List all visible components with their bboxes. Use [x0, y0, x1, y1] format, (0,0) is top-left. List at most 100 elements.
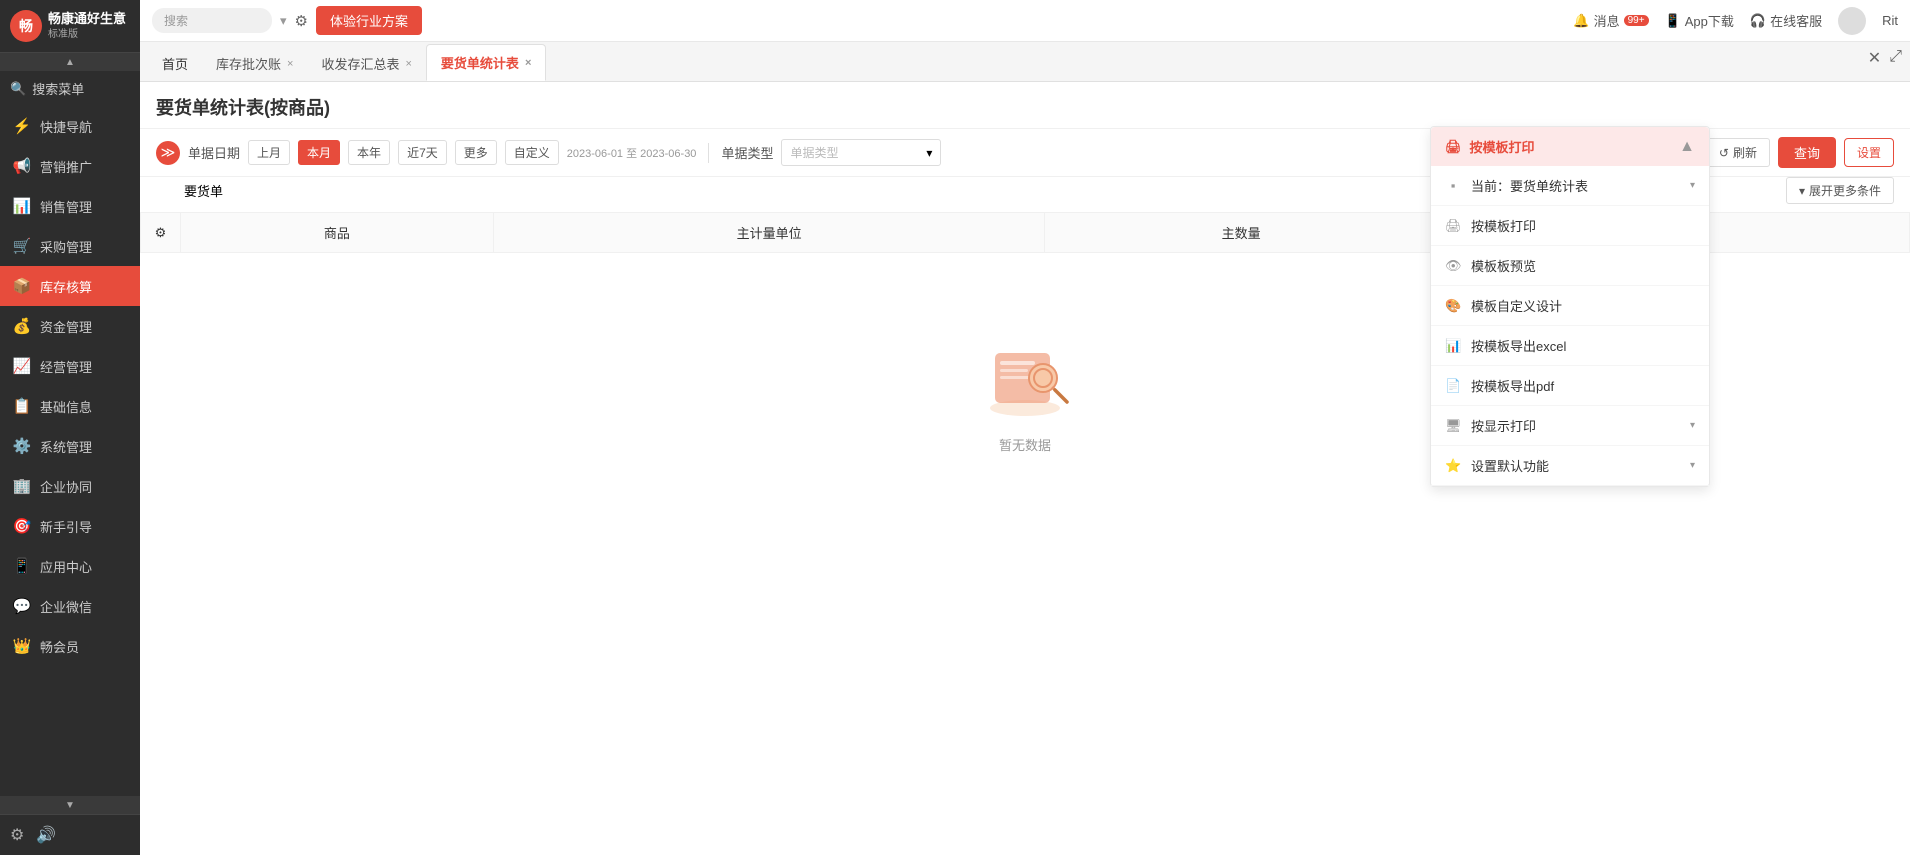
print-dropdown: 🖨 按模板打印 ▲ ▪ 当前：要货单统计表 ▾ 🖨 按模板打印 👁 模板板预览: [1430, 126, 1710, 487]
industry-solution-button[interactable]: 体验行业方案: [316, 6, 422, 35]
marketing-icon: 📢: [12, 156, 32, 176]
sidebar-item-label: 库存核算: [40, 277, 92, 296]
topbar: 搜索 ▾ ⚙ 体验行业方案 🔔 消息 99+ 📱 App下载 🎧 在线客服 Ri…: [140, 0, 1910, 42]
expand-sidebar-button[interactable]: ≫: [156, 141, 180, 165]
sidebar-item-label: 快捷导航: [40, 117, 92, 136]
order-type-select[interactable]: 单据类型 ▾: [781, 139, 941, 166]
date-btn-this-month[interactable]: 本月: [298, 140, 340, 165]
dropdown-default-function[interactable]: ⭐ 设置默认功能 ▾: [1431, 446, 1709, 486]
tab-inventory-batch-label: 库存批次账: [216, 54, 281, 73]
empty-text: 暂无数据: [999, 435, 1051, 454]
current-template-chevron-icon: ▾: [1690, 180, 1695, 191]
sidebar-item-label: 应用中心: [40, 557, 92, 576]
sidebar-item-guide[interactable]: 🎯 新手引导: [0, 506, 140, 546]
date-btn-last-month[interactable]: 上月: [248, 140, 290, 165]
sidebar-item-enterprise-wechat[interactable]: 💬 企业微信: [0, 586, 140, 626]
date-btn-custom[interactable]: 自定义: [505, 140, 559, 165]
dropdown-template-print[interactable]: 🖨 按模板打印: [1431, 206, 1709, 246]
expand-filters-container: ▾ 展开更多条件: [1778, 177, 1894, 204]
sidebar-item-system[interactable]: ⚙️ 系统管理: [0, 426, 140, 466]
tab-receivable-summary-close[interactable]: ×: [405, 58, 411, 70]
refresh-button[interactable]: ↺ 刷新: [1706, 138, 1770, 167]
sidebar-item-marketing[interactable]: 📢 营销推广: [0, 146, 140, 186]
dropdown-template-preview[interactable]: 👁 模板板预览: [1431, 246, 1709, 286]
sidebar-item-label: 系统管理: [40, 437, 92, 456]
app-download-button[interactable]: 📱 App下载: [1665, 11, 1734, 30]
tab-receivable-summary[interactable]: 收发存汇总表 ×: [307, 46, 425, 81]
scroll-up-btn[interactable]: ▲: [0, 53, 140, 71]
dropdown-display-print[interactable]: 🖥 按显示打印 ▾: [1431, 406, 1709, 446]
tab-inventory-batch-close[interactable]: ×: [287, 58, 293, 70]
tab-inventory-batch[interactable]: 库存批次账 ×: [202, 46, 307, 81]
sidebar-item-enterprise[interactable]: 🏢 企业协同: [0, 466, 140, 506]
download-icon: 📱: [1665, 13, 1681, 29]
tab-order-stats-close[interactable]: ×: [525, 57, 531, 69]
sidebar-item-purchase[interactable]: 🛒 采购管理: [0, 226, 140, 266]
col-quantity: 主数量: [1045, 213, 1437, 253]
date-btn-more[interactable]: 更多: [455, 140, 497, 165]
online-service-button[interactable]: 🎧 在线客服: [1750, 11, 1822, 30]
date-range-display: 2023-06-01 至 2023-06-30: [567, 145, 697, 161]
speaker-bottom-icon[interactable]: 🔊: [36, 825, 56, 845]
sidebar-item-label: 营销推广: [40, 157, 92, 176]
sidebar-item-quick-nav[interactable]: ⚡ 快捷导航: [0, 106, 140, 146]
topbar-gear-icon[interactable]: ⚙: [295, 12, 308, 30]
topbar-search-box[interactable]: 搜索: [152, 8, 272, 33]
dropdown-template-export-excel[interactable]: 📊 按模板导出excel: [1431, 326, 1709, 366]
query-button[interactable]: 查询: [1778, 137, 1836, 168]
print-dropdown-title: 按模板打印: [1470, 137, 1535, 156]
inventory-icon: 📦: [12, 276, 32, 296]
print-dropdown-close-icon[interactable]: ▲: [1679, 138, 1695, 156]
export-excel-icon: 📊: [1445, 338, 1461, 354]
settings-button[interactable]: 设置: [1844, 138, 1894, 167]
dropdown-template-custom[interactable]: 🎨 模板自定义设计: [1431, 286, 1709, 326]
sidebar-item-inventory[interactable]: 📦 库存核算: [0, 266, 140, 306]
enterprise-icon: 🏢: [12, 476, 32, 496]
date-btn-this-year[interactable]: 本年: [348, 140, 390, 165]
avatar[interactable]: [1838, 7, 1866, 35]
print-dropdown-icon: 🖨: [1445, 139, 1462, 155]
tab-receivable-summary-label: 收发存汇总表: [321, 54, 399, 73]
date-btn-7days[interactable]: 近7天: [398, 140, 447, 165]
window-maximize-icon[interactable]: ⤢: [1889, 48, 1902, 68]
window-close-icon[interactable]: ✕: [1868, 48, 1881, 68]
notifications-badge: 99+: [1624, 15, 1649, 26]
export-pdf-label: 按模板导出pdf: [1471, 376, 1554, 395]
template-custom-icon: 🎨: [1445, 298, 1461, 314]
sidebar-item-app-center[interactable]: 📱 应用中心: [0, 546, 140, 586]
sidebar-item-basic-info[interactable]: 📋 基础信息: [0, 386, 140, 426]
window-controls: ✕ ⤢: [1868, 48, 1902, 68]
sidebar-item-label: 销售管理: [40, 197, 92, 216]
search-menu[interactable]: 🔍 搜索菜单: [0, 71, 140, 106]
display-print-label: 按显示打印: [1471, 416, 1536, 435]
expand-filters-button[interactable]: ▾ 展开更多条件: [1786, 177, 1894, 204]
sidebar-item-label: 新手引导: [40, 517, 92, 536]
page-title: 要货单统计表(按商品): [156, 94, 1894, 120]
empty-icon: [975, 333, 1075, 423]
topbar-chevron-icon[interactable]: ▾: [280, 13, 287, 29]
sidebar-item-operation[interactable]: 📈 经营管理: [0, 346, 140, 386]
sidebar-item-finance[interactable]: 💰 资金管理: [0, 306, 140, 346]
col-unit: 主计量单位: [493, 213, 1045, 253]
expand-filters-label: 展开更多条件: [1809, 182, 1881, 199]
tab-home[interactable]: 首页: [148, 46, 202, 81]
sidebar-item-label: 畅会员: [40, 637, 79, 656]
notifications-button[interactable]: 🔔 消息 99+: [1573, 11, 1648, 30]
col-settings[interactable]: ⚙: [141, 213, 181, 253]
basic-info-icon: 📋: [12, 396, 32, 416]
sidebar-item-member[interactable]: 👑 畅会员: [0, 626, 140, 666]
template-preview-label: 模板板预览: [1471, 256, 1536, 275]
enterprise-wechat-icon: 💬: [12, 596, 32, 616]
tab-home-label: 首页: [162, 54, 188, 73]
dropdown-template-export-pdf[interactable]: 📄 按模板导出pdf: [1431, 366, 1709, 406]
sidebar-item-sales[interactable]: 📊 销售管理: [0, 186, 140, 226]
order-type-value: 单据类型: [790, 144, 838, 161]
app-title: 畅康通好生意: [48, 11, 126, 28]
operation-icon: 📈: [12, 356, 32, 376]
scroll-down-btn[interactable]: ▼: [0, 796, 140, 814]
tab-order-stats[interactable]: 要货单统计表 ×: [426, 44, 546, 81]
settings-bottom-icon[interactable]: ⚙: [10, 825, 24, 845]
quick-nav-icon: ⚡: [12, 116, 32, 136]
dropdown-current-template[interactable]: ▪ 当前：要货单统计表 ▾: [1431, 166, 1709, 206]
sidebar-item-label: 基础信息: [40, 397, 92, 416]
